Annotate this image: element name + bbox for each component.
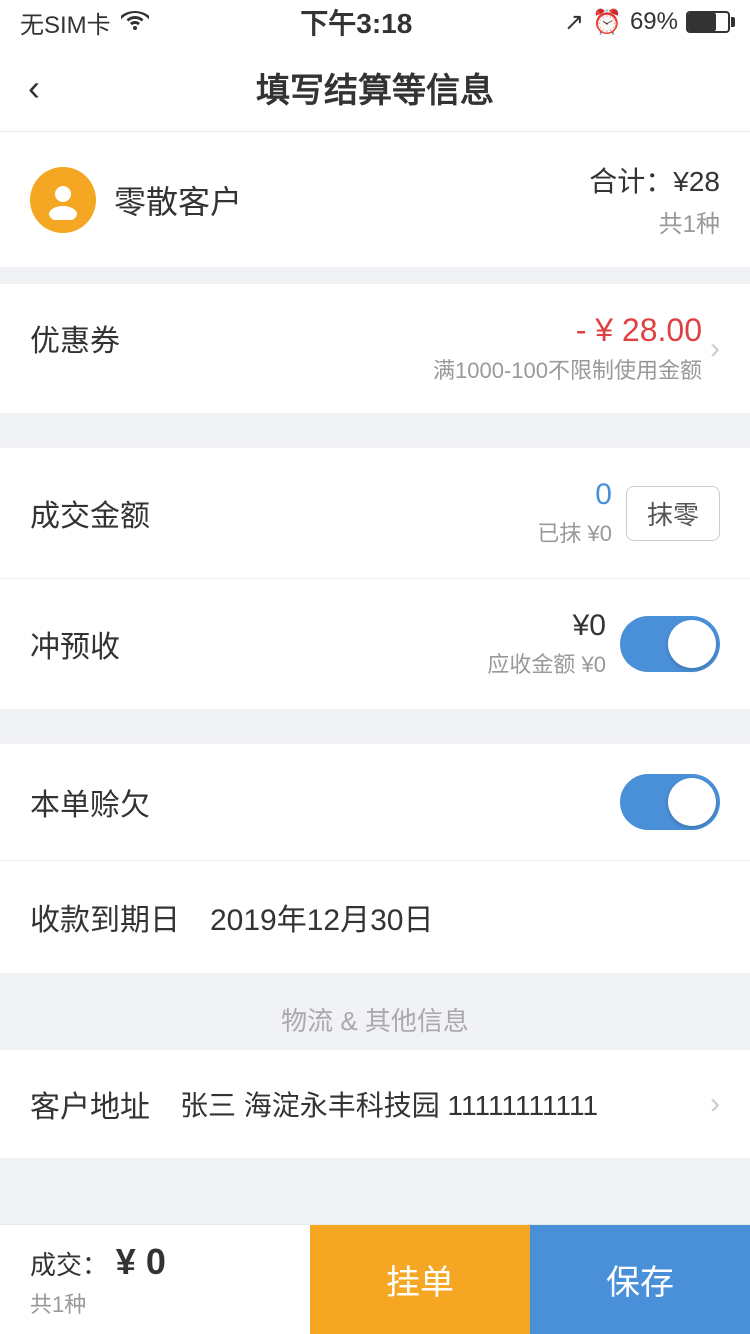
wifi-icon — [121, 8, 149, 37]
customer-totals: 合计：¥28 共1种 — [589, 160, 720, 239]
customer-info: 零散客户 — [30, 167, 242, 233]
address-label: 客户地址 — [30, 1082, 150, 1126]
logistics-label: 物流 & 其他信息 — [281, 1001, 469, 1038]
debt-label: 本单赊欠 — [30, 780, 150, 824]
customer-name: 零散客户 — [114, 177, 242, 223]
deal-section: 成交金额 0 已抹 ¥0 抹零 冲预收 ¥0 应收金额 ¥0 — [0, 447, 750, 709]
status-right: ↗ ⏰ 69% — [564, 8, 730, 37]
item-count: 共1种 — [589, 204, 720, 239]
carrier-text: 无SIM卡 — [20, 5, 111, 40]
bottom-deal-amount: ¥ 0 — [116, 1241, 166, 1282]
prepay-row: 冲预收 ¥0 应收金额 ¥0 — [0, 578, 750, 709]
total-amount: 合计：¥28 — [589, 160, 720, 200]
divider2 — [0, 725, 750, 743]
deal-amount-value: 0 — [537, 478, 612, 512]
coupon-right: - ¥ 28.00 满1000-100不限制使用金额 — [433, 312, 702, 385]
debt-row: 本单赊欠 — [0, 743, 750, 860]
deal-amount-right: 0 已抹 ¥0 抹零 — [537, 478, 720, 548]
alarm-icon: ⏰ — [592, 8, 622, 37]
bottom-item-count: 共1种 — [30, 1287, 280, 1319]
customer-section: 零散客户 合计：¥28 共1种 — [0, 132, 750, 267]
coupon-row[interactable]: 优惠券 - ¥ 28.00 满1000-100不限制使用金额 › — [0, 283, 750, 413]
deal-amount-sub: 已抹 ¥0 — [537, 516, 612, 548]
back-button[interactable]: ‹ — [28, 67, 40, 109]
bottom-deal-prefix: 成交： — [30, 1250, 108, 1280]
coupon-label: 优惠券 — [30, 312, 120, 360]
round-off-button[interactable]: 抹零 — [626, 486, 720, 541]
bottom-deal-info: 成交： ¥ 0 共1种 — [0, 1241, 310, 1319]
divider1 — [0, 429, 750, 447]
prepay-value: ¥0 — [487, 609, 606, 643]
debt-right — [620, 774, 720, 830]
address-value: 张三 海淀永丰科技园 11111111111 — [180, 1084, 680, 1124]
coupon-section[interactable]: 优惠券 - ¥ 28.00 满1000-100不限制使用金额 › — [0, 283, 750, 413]
avatar — [30, 167, 96, 233]
address-row[interactable]: 客户地址 张三 海淀永丰科技园 11111111111 › — [0, 1049, 750, 1158]
address-section[interactable]: 客户地址 张三 海淀永丰科技园 11111111111 › — [0, 1049, 750, 1158]
due-date-value: 2019年12月30日 — [210, 895, 433, 939]
content: 零散客户 合计：¥28 共1种 优惠券 - ¥ 28.00 满1000-100不… — [0, 132, 750, 1294]
status-time: 下午3:18 — [300, 2, 412, 42]
deal-amount-row: 成交金额 0 已抹 ¥0 抹零 — [0, 447, 750, 578]
coupon-description: 满1000-100不限制使用金额 — [433, 353, 702, 385]
deal-amount-label: 成交金额 — [30, 491, 150, 535]
page-title: 填写结算等信息 — [256, 63, 494, 112]
hang-order-button[interactable]: 挂单 — [310, 1225, 530, 1334]
status-left: 无SIM卡 — [20, 5, 149, 40]
due-date-label: 收款到期日 — [30, 895, 180, 939]
status-bar: 无SIM卡 下午3:18 ↗ ⏰ 69% — [0, 0, 750, 44]
bottom-bar: 成交： ¥ 0 共1种 挂单 保存 — [0, 1224, 750, 1334]
debt-toggle[interactable] — [620, 774, 720, 830]
battery-percentage: 69% — [630, 8, 678, 36]
prepay-label: 冲预收 — [30, 622, 120, 666]
coupon-arrow-icon: › — [710, 332, 720, 366]
location-icon: ↗ — [564, 8, 584, 37]
prepay-value-wrap: ¥0 应收金额 ¥0 — [487, 609, 606, 679]
battery-icon — [686, 11, 730, 33]
deal-amount-value-wrap: 0 已抹 ¥0 — [537, 478, 612, 548]
debt-section: 本单赊欠 收款到期日 2019年12月30日 — [0, 743, 750, 973]
prepay-toggle[interactable] — [620, 616, 720, 672]
coupon-discount: - ¥ 28.00 — [433, 312, 702, 349]
address-arrow-icon: › — [710, 1087, 720, 1121]
prepay-sub: 应收金额 ¥0 — [487, 647, 606, 679]
prepay-right: ¥0 应收金额 ¥0 — [487, 609, 720, 679]
bottom-deal-row: 成交： ¥ 0 — [30, 1241, 280, 1283]
save-button[interactable]: 保存 — [530, 1225, 750, 1334]
person-icon — [43, 180, 83, 220]
customer-row: 零散客户 合计：¥28 共1种 — [0, 132, 750, 267]
due-date-row: 收款到期日 2019年12月30日 — [0, 860, 750, 973]
nav-bar: ‹ 填写结算等信息 — [0, 44, 750, 132]
logistics-divider: 物流 & 其他信息 — [0, 989, 750, 1049]
